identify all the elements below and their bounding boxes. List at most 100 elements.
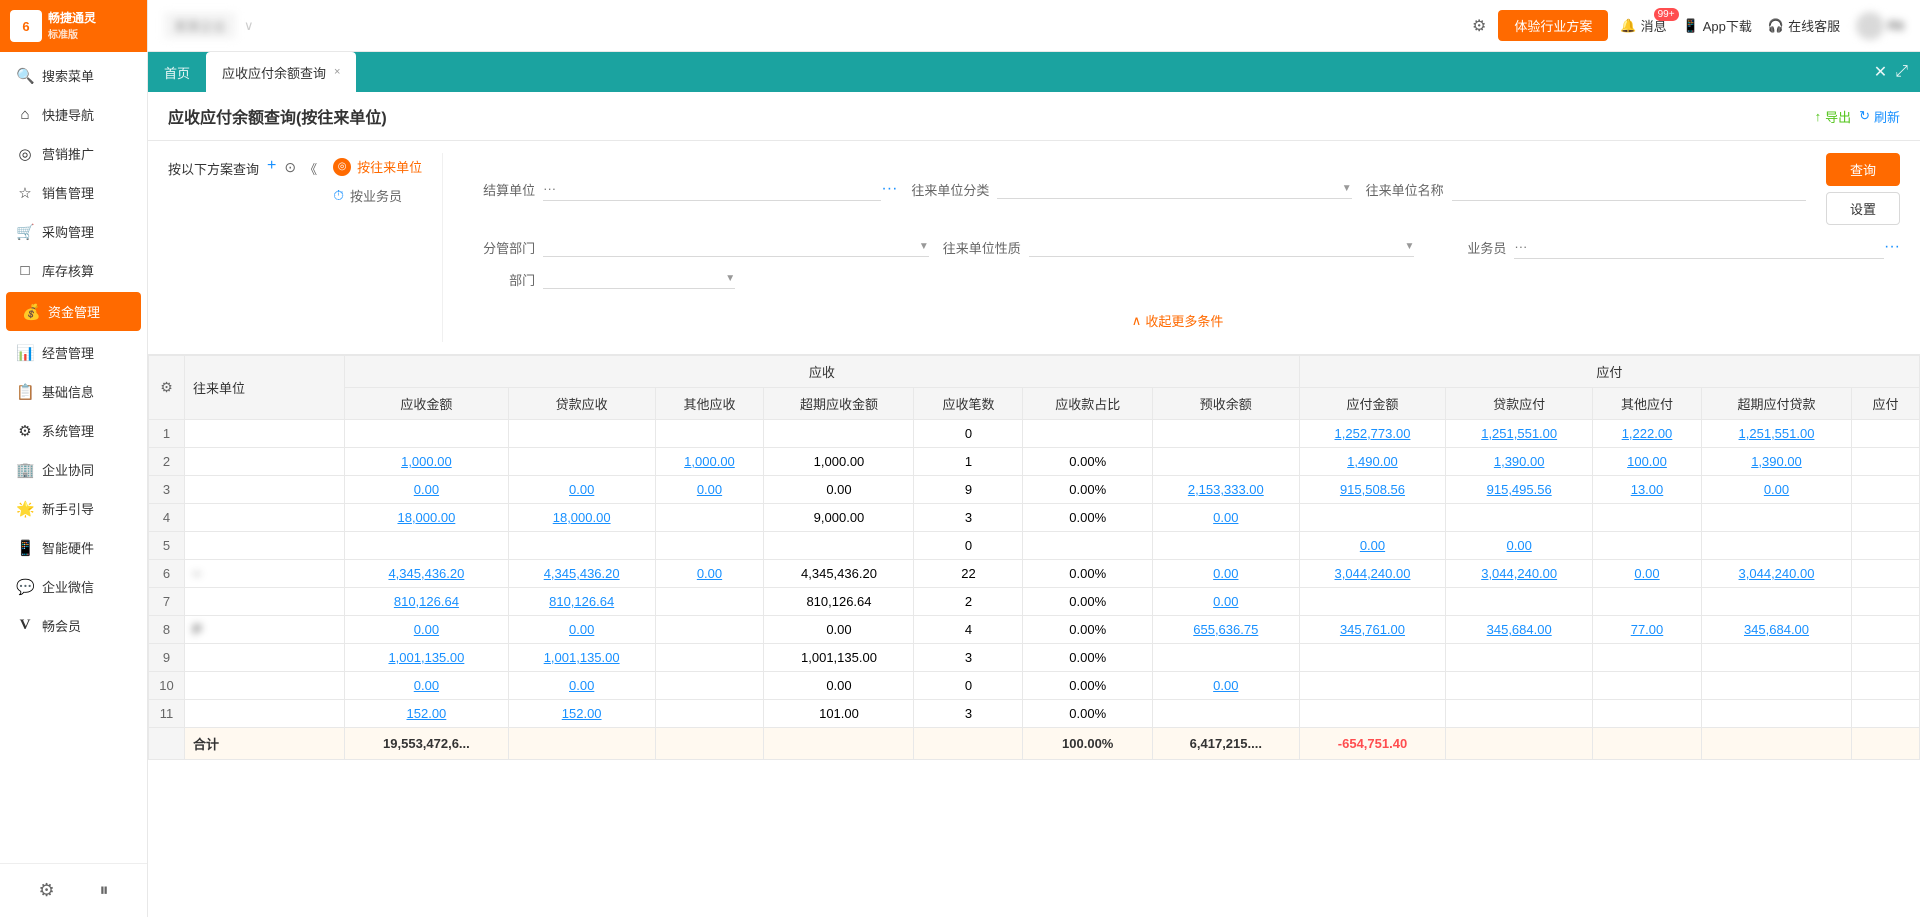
refresh-label: 刷新 (1874, 107, 1900, 126)
total-pay-tail (1852, 728, 1920, 760)
filter-partner-cat-select[interactable]: ▼ (997, 179, 1351, 199)
scheme-by-salesperson[interactable]: ⏱ 按业务员 (325, 182, 430, 209)
scheme-salesperson-label: 按业务员 (350, 186, 402, 205)
sidebar-item-wechat[interactable]: 💬 企业微信 (0, 567, 147, 606)
total-recv-overdue (764, 728, 914, 760)
recv-overdue-header: 超期应收金额 (764, 388, 914, 420)
filter-scheme-settings-icon[interactable]: ⊙ (284, 153, 296, 176)
filter-subdept-label: 部门 (455, 270, 535, 289)
receivable-group-header: 应收 (345, 356, 1300, 388)
total-pay-other (1593, 728, 1702, 760)
sidebar-item-purchase[interactable]: 🛒 采购管理 (0, 212, 147, 251)
data-table-area: ⚙ 往来单位 应收 应付 应收金额 贷款应收 其他应收 超期应收金额 应收笔数 … (148, 355, 1920, 917)
sidebar-item-search-menu[interactable]: 🔍 搜索菜单 (0, 56, 147, 95)
sidebar-item-corp[interactable]: 🏢 企业协同 (0, 450, 147, 489)
recv-amt-header: 应收金额 (345, 388, 509, 420)
expand-window-button[interactable]: ⤢ (1895, 63, 1908, 81)
company-name: 某某企业 (164, 12, 236, 39)
total-recv-ratio: 100.00% (1023, 728, 1153, 760)
sidebar-item-quick-nav[interactable]: ⌂ 快捷导航 (0, 95, 147, 134)
total-recv-amt: 19,553,472,6... (345, 728, 509, 760)
sidebar-item-basic-info[interactable]: 📋 基础信息 (0, 372, 147, 411)
sidebar-item-sales[interactable]: ☆ 销售管理 (0, 173, 147, 212)
quick-nav-icon: ⌂ (16, 106, 34, 123)
sidebar-item-label: 基础信息 (42, 382, 94, 401)
filter-jiesuan-input[interactable] (543, 177, 881, 201)
total-recv-count (914, 728, 1023, 760)
marketing-icon: ◎ (16, 145, 34, 163)
tab-ar-ap-label: 应收应付余额查询 (222, 63, 326, 82)
filter-partner-nature-select[interactable]: ▼ (1029, 237, 1415, 257)
system-icon: ⚙ (16, 422, 34, 440)
pay-amt-header: 应付金额 (1299, 388, 1446, 420)
filter-salesperson-input[interactable] (1514, 235, 1884, 259)
filter-partner-nature-label: 往来单位性质 (941, 238, 1021, 257)
filter-dept-select[interactable]: ▼ (543, 237, 929, 257)
total-no (149, 728, 185, 760)
sidebar-item-label: 经营管理 (42, 343, 94, 362)
online-service-button[interactable]: 🎧 在线客服 (1768, 16, 1840, 35)
recv-other-header: 其他应收 (655, 388, 764, 420)
brand-name: 畅捷通灵 (48, 11, 96, 27)
filter-add-icon[interactable]: + (267, 153, 276, 175)
hardware-icon: 📱 (16, 539, 34, 557)
sidebar-bottom-collapse[interactable]: ⏸ (100, 880, 109, 901)
filter-dept: 分管部门 ▼ (455, 237, 929, 257)
table-row: 6~4,345,436.204,345,436.200.004,345,436.… (149, 560, 1920, 588)
sidebar-item-system[interactable]: ⚙ 系统管理 (0, 411, 147, 450)
page-title: 应收应付余额查询(按往来单位) (168, 104, 387, 128)
sidebar-item-operations[interactable]: 📊 经营管理 (0, 333, 147, 372)
sidebar-bottom-settings[interactable]: ⚙ (38, 880, 54, 901)
sidebar-item-label: 营销推广 (42, 144, 94, 163)
query-button[interactable]: 查询 (1826, 153, 1900, 186)
sidebar-item-inventory[interactable]: □ 库存核算 (0, 251, 147, 290)
close-window-button[interactable]: ✕ (1874, 62, 1887, 82)
recv-loan-header: 贷款应收 (508, 388, 655, 420)
logo-icon: 6 (10, 10, 42, 42)
scheme-by-partner[interactable]: ◎ 按往来单位 (325, 153, 430, 180)
guide-icon: 🌟 (16, 500, 34, 518)
cta-button[interactable]: 体验行业方案 (1498, 10, 1608, 41)
header-gear-icon[interactable]: ⚙ (1472, 16, 1486, 36)
sidebar-item-member[interactable]: V 畅会员 (0, 606, 147, 645)
settings-button[interactable]: 设置 (1826, 192, 1900, 225)
filter-partner-name-input[interactable] (1452, 177, 1806, 201)
app-download-button[interactable]: 📱 App下载 (1683, 16, 1752, 35)
collapse-icon: ∧ (1132, 313, 1142, 329)
table-settings-header[interactable]: ⚙ (149, 356, 185, 420)
sidebar-item-label: 系统管理 (42, 421, 94, 440)
total-pay-loan (1446, 728, 1593, 760)
search-menu-icon: 🔍 (16, 67, 34, 85)
sidebar-item-hardware[interactable]: 📱 智能硬件 (0, 528, 147, 567)
pay-other-header: 其他应付 (1593, 388, 1702, 420)
notification-button[interactable]: 🔔 消息 99+ (1620, 16, 1666, 35)
sidebar-item-marketing[interactable]: ◎ 营销推广 (0, 134, 147, 173)
filter-subdept-select[interactable]: ▼ (543, 269, 735, 289)
tab-ar-ap[interactable]: 应收应付余额查询 × (206, 52, 356, 92)
filter-collapse-icon[interactable]: 《 (304, 153, 317, 178)
user-profile[interactable]: Rit (1856, 12, 1904, 40)
table-row: 101,252,773.001,251,551.001,222.001,251,… (149, 420, 1920, 448)
breadcrumb-separator: ∨ (244, 18, 254, 34)
sidebar-item-guide[interactable]: 🌟 新手引导 (0, 489, 147, 528)
sidebar-item-label: 智能硬件 (42, 538, 94, 557)
tab-home[interactable]: 首页 (148, 52, 206, 92)
total-prepay-bal: 6,417,215.... (1152, 728, 1299, 760)
filter-salesperson-dot: ··· (1884, 238, 1900, 256)
total-pay-overdue (1701, 728, 1851, 760)
edition-badge: 标准版 (48, 26, 96, 41)
app-download-icon: 📱 (1683, 18, 1699, 34)
partner-col-header: 往来单位 (185, 356, 345, 420)
refresh-button[interactable]: ↻ 刷新 (1859, 107, 1900, 126)
tab-actions: ✕ ⤢ (1862, 62, 1920, 82)
filter-more-button[interactable]: ∧ 收起更多条件 (1112, 303, 1244, 338)
tab-close-icon[interactable]: × (334, 66, 340, 78)
table-settings-icon[interactable]: ⚙ (160, 379, 173, 395)
table-row: 11152.00152.00101.0030.00% (149, 700, 1920, 728)
avatar (1856, 12, 1884, 40)
chevron-down-icon: ▼ (919, 241, 929, 252)
total-pay-amt: -654,751.40 (1299, 728, 1446, 760)
sidebar-item-finance[interactable]: 💰 资金管理 (6, 292, 141, 331)
export-button[interactable]: ↑ 导出 (1815, 107, 1852, 126)
chevron-down-icon: ▼ (1404, 241, 1414, 252)
